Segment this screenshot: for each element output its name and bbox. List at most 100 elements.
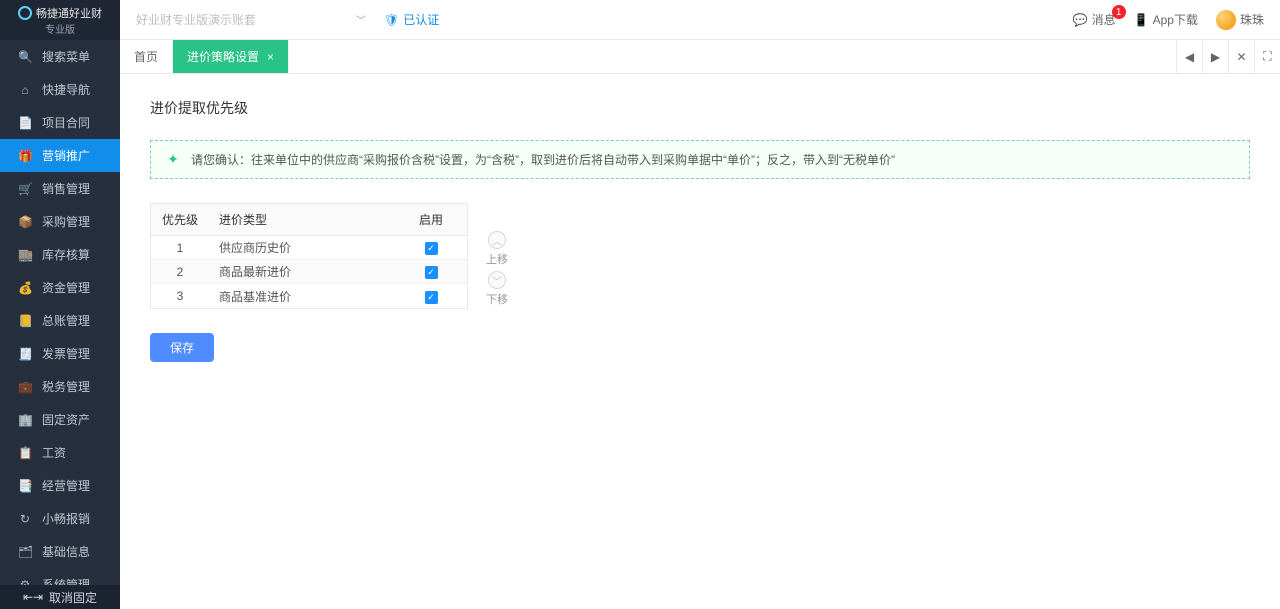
cell-type: 商品基准进价: [209, 284, 395, 309]
info-alert: ✦ 请您确认：往来单位中的供应商“采购报价含税”设置，为“含税”，取到进价后将自…: [150, 140, 1250, 179]
sidebar-item-basedata[interactable]: 🗂 基础信息: [0, 535, 120, 568]
tab-fullscreen-button[interactable]: ⛶: [1254, 40, 1280, 73]
table-row[interactable]: 3商品基准进价 ✓: [151, 284, 467, 308]
phone-icon: 📱: [1134, 13, 1149, 27]
sidebar-item-tax-icon: 💼: [18, 380, 32, 394]
enable-checkbox[interactable]: ✓: [425, 291, 438, 304]
tab-0[interactable]: 首页: [120, 40, 173, 73]
sidebar-unpin-label: 取消固定: [49, 589, 97, 606]
table-row[interactable]: 2商品最新进价✓: [151, 260, 467, 284]
cell-type: 供应商历史价: [209, 235, 395, 260]
enable-checkbox[interactable]: ✓: [425, 266, 438, 279]
sidebar-item-label: 发票管理: [42, 345, 90, 362]
sidebar-item-project-contract[interactable]: 📄项目合同: [0, 106, 120, 139]
download-label: App下载: [1153, 11, 1198, 28]
sidebar-item-quicknav[interactable]: ⌂ 快捷导航: [0, 73, 120, 106]
sidebar-item-invoice[interactable]: 🧾 发票管理: [0, 337, 120, 370]
tab-close-all-button[interactable]: ✕: [1228, 40, 1254, 73]
tabs: 首页 进价策略设置 ×: [120, 40, 289, 73]
priority-table: 优先级 进价类型 启用 1供应商历史价✓2商品最新进价✓3商品基准进价✓: [150, 203, 468, 309]
move-up-button[interactable]: ︿: [488, 231, 506, 249]
close-icon[interactable]: ×: [267, 50, 274, 64]
verified-badge: 🛡 已认证: [384, 11, 439, 28]
shield-icon: 🛡: [384, 13, 399, 27]
sidebar-item-marketing[interactable]: 🎁营销推广: [0, 139, 120, 172]
sidebar-item-ledger-icon: 📒: [18, 314, 32, 328]
sidebar-item-label: 快捷导航: [42, 81, 90, 98]
sidebar-item-sales-icon: 🛒: [18, 182, 32, 196]
sidebar-item-label: 库存核算: [42, 246, 90, 263]
avatar-icon: [1216, 10, 1236, 30]
content: 进价提取优先级 ✦ 请您确认：往来单位中的供应商“采购报价含税”设置，为“含税”…: [120, 74, 1280, 609]
account-select[interactable]: 好业财专业版演示账套 ﹀: [136, 9, 366, 30]
sidebar-item-label: 项目合同: [42, 114, 90, 131]
tab-1[interactable]: 进价策略设置 ×: [173, 40, 289, 73]
sidebar-item-label: 固定资产: [42, 411, 90, 428]
verified-label: 已认证: [403, 11, 439, 28]
download-button[interactable]: 📱 App下载: [1134, 11, 1198, 28]
sidebar-item-label: 资金管理: [42, 279, 90, 296]
sidebar-item-system[interactable]: ⚙系统管理: [0, 568, 120, 585]
sidebar-item-label: 采购管理: [42, 213, 90, 230]
sidebar-item-label: 总账管理: [42, 312, 90, 329]
chevron-down-icon: ﹀: [356, 12, 366, 27]
unpin-icon: ⇤⇥: [23, 590, 43, 604]
sidebar-item-search-icon: 🔍: [18, 50, 32, 64]
tabbar: 首页 进价策略设置 × ◀ ▶ ✕ ⛶: [120, 40, 1280, 74]
chevron-down-icon: ﹀: [492, 273, 502, 288]
brand-edition: 专业版: [45, 21, 75, 36]
th-priority: 优先级: [151, 204, 209, 235]
tab-label: 进价策略设置: [187, 48, 259, 65]
sidebar-item-salary[interactable]: 📋工资: [0, 436, 120, 469]
sidebar-item-invoice-icon: 🧾: [18, 347, 32, 361]
table-row[interactable]: 1供应商历史价 ✓: [151, 236, 467, 260]
th-enable: 启用: [395, 204, 467, 235]
sidebar-item-operation[interactable]: 📑经营管理: [0, 469, 120, 502]
sidebar-item-basedata-icon: 🗂: [18, 545, 32, 559]
sidebar-item-funds[interactable]: 💰资金管理: [0, 271, 120, 304]
sidebar-item-inventory[interactable]: 🏬库存核算: [0, 238, 120, 271]
sidebar-item-sales[interactable]: 🛒 销售管理: [0, 172, 120, 205]
sidebar-item-tax[interactable]: 💼税务管理: [0, 370, 120, 403]
tab-scroll-left-button[interactable]: ◀: [1176, 40, 1202, 73]
sidebar-item-search[interactable]: 🔍 搜索菜单: [0, 40, 120, 73]
sidebar-item-label: 小畅报销: [42, 510, 90, 527]
messages-badge: 1: [1112, 5, 1126, 19]
th-type: 进价类型: [209, 204, 395, 235]
sidebar-item-purchase-icon: 📦: [18, 215, 32, 229]
enable-checkbox[interactable]: ✓: [425, 242, 438, 255]
user-name: 珠珠: [1240, 11, 1264, 28]
topbar: 好业财专业版演示账套 ﹀ 🛡 已认证 💬 消息 1 📱 App下载: [120, 0, 1280, 40]
chevron-up-icon: ︿: [492, 233, 502, 248]
tab-label: 首页: [134, 48, 158, 65]
save-button[interactable]: 保存: [150, 333, 214, 362]
sidebar-item-system-icon: ⚙: [18, 578, 32, 586]
sidebar-item-operation-icon: 📑: [18, 479, 32, 493]
sidebar-unpin-button[interactable]: ⇤⇥ 取消固定: [0, 585, 120, 609]
tab-scroll-right-button[interactable]: ▶: [1202, 40, 1228, 73]
cell-priority: 2: [151, 261, 209, 283]
sidebar-item-ledger[interactable]: 📒 总账管理: [0, 304, 120, 337]
cell-enable: ✓: [395, 260, 467, 283]
move-down-label: 下移: [486, 291, 508, 307]
sidebar-item-label: 基础信息: [42, 543, 90, 560]
messages-button[interactable]: 💬 消息 1: [1073, 11, 1116, 28]
sidebar-item-label: 营销推广: [42, 147, 90, 164]
sidebar-item-label: 搜索菜单: [42, 48, 90, 65]
cell-enable: ✓: [395, 236, 467, 259]
chat-icon: 💬: [1073, 13, 1088, 27]
sidebar-item-purchase[interactable]: 📦 采购管理: [0, 205, 120, 238]
sidebar-item-assets-icon: 🏢: [18, 413, 32, 427]
cell-priority: 1: [151, 237, 209, 259]
sidebar-logo: 畅捷通好业财 专业版: [0, 0, 120, 40]
sidebar-item-quicknav-icon: ⌂: [18, 83, 32, 97]
sidebar-item-label: 销售管理: [42, 180, 90, 197]
sidebar-item-assets[interactable]: 🏢 固定资产: [0, 403, 120, 436]
sidebar-item-reimburse[interactable]: ↻小畅报销: [0, 502, 120, 535]
user-menu[interactable]: 珠珠: [1216, 10, 1264, 30]
move-down-button[interactable]: ﹀: [488, 271, 506, 289]
sidebar-item-label: 工资: [42, 444, 66, 461]
cell-priority: 3: [151, 285, 209, 307]
sidebar-menu: 🔍 搜索菜单 ⌂ 快捷导航 📄项目合同🎁营销推广 🛒 销售管理 📦 采购管理 🏬库存核算💰资金管理…: [0, 40, 120, 585]
brand-text: 畅捷通好业财: [36, 5, 102, 21]
